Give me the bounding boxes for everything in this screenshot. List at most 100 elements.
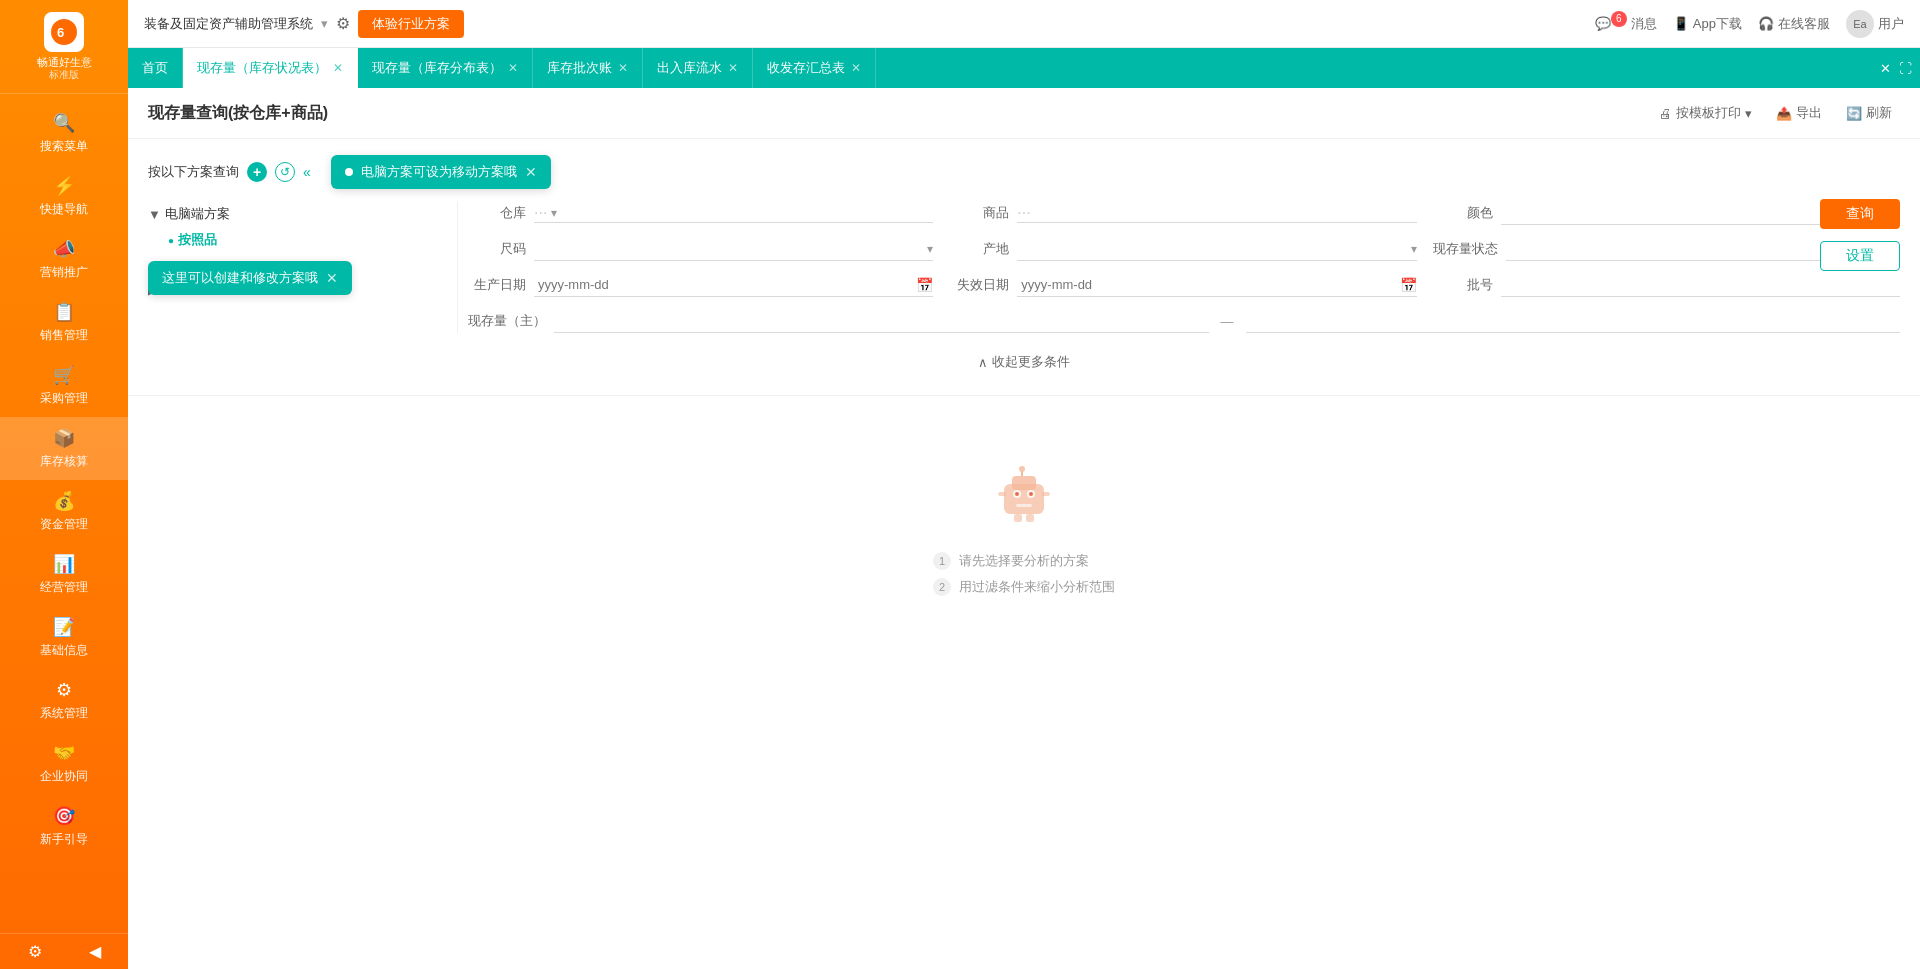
- sidebar-item-management[interactable]: 📊 经营管理: [0, 543, 128, 606]
- sidebar-item-purchase[interactable]: 🛒 采购管理: [0, 354, 128, 417]
- page-header: 现存量查询(按仓库+商品) 🖨 按模板打印 ▾ 📤 导出 🔄 刷新: [128, 88, 1920, 139]
- filter-add-btn[interactable]: +: [247, 162, 267, 182]
- collapse-bar[interactable]: ∧ 收起更多条件: [148, 345, 1900, 379]
- page-title: 现存量查询(按仓库+商品): [148, 103, 328, 124]
- chevron-up-icon: ∧: [978, 355, 988, 370]
- tab-close-stock-status[interactable]: ✕: [333, 61, 343, 75]
- filter-warehouse: 仓库 ··· ▾: [466, 201, 933, 225]
- tab-close-batch[interactable]: ✕: [618, 61, 628, 75]
- sidebar-item-search[interactable]: 🔍 搜索菜单: [0, 102, 128, 165]
- svg-point-14: [1019, 466, 1025, 472]
- collab-icon: 🤝: [53, 742, 75, 764]
- size-label: 尺码: [466, 240, 526, 258]
- origin-chevron-icon: ▾: [1411, 242, 1417, 256]
- system-name: 装备及固定资产辅助管理系统: [144, 15, 313, 33]
- query-btn[interactable]: 查询: [1820, 199, 1900, 229]
- stock-status-label: 现存量状态: [1433, 240, 1498, 258]
- sidebar-item-collab[interactable]: 🤝 企业协同: [0, 732, 128, 795]
- tab-close-summary[interactable]: ✕: [851, 61, 861, 75]
- user-info[interactable]: Ea 用户: [1846, 10, 1904, 38]
- quicknav-icon: ⚡: [53, 175, 75, 197]
- production-date-calendar-icon[interactable]: 📅: [916, 277, 933, 293]
- sidebar-item-basic[interactable]: 📝 基础信息: [0, 606, 128, 669]
- message-icon: 💬: [1595, 16, 1611, 31]
- tooltip-scheme-close[interactable]: ✕: [525, 164, 537, 180]
- filter-size: 尺码 ▾: [466, 237, 933, 261]
- phone-icon: 📱: [1673, 16, 1689, 31]
- system-icon: ⚙: [56, 679, 72, 701]
- tab-expand-icon[interactable]: ⛶: [1899, 61, 1912, 76]
- batch-input[interactable]: [1501, 273, 1900, 297]
- headset-icon: 🎧: [1758, 16, 1774, 31]
- topbar-right: 💬 6 消息 📱 App下载 🎧 在线客服 Ea 用户: [1595, 10, 1904, 38]
- tab-summary[interactable]: 收发存汇总表 ✕: [753, 48, 876, 88]
- filter-product: 商品 ···: [949, 201, 1416, 225]
- warehouse-dots[interactable]: ···: [534, 204, 547, 222]
- scheme-desktop[interactable]: ▼ 电脑端方案: [148, 201, 441, 227]
- scheme-desktop-arrow: ▼: [148, 207, 161, 222]
- tab-batch[interactable]: 库存批次账 ✕: [533, 48, 643, 88]
- industry-btn[interactable]: 体验行业方案: [358, 10, 464, 38]
- production-date-input[interactable]: [534, 273, 916, 296]
- filter-left-panel: ▼ 电脑端方案 ● 按照品 这里可以创建和修改方案哦: [148, 201, 458, 333]
- refresh-btn[interactable]: 🔄 刷新: [1838, 100, 1900, 126]
- stock-main-to-input[interactable]: [1246, 309, 1901, 333]
- tab-inout[interactable]: 出入库流水 ✕: [643, 48, 753, 88]
- sidebar-item-system[interactable]: ⚙ 系统管理: [0, 669, 128, 732]
- online-service-btn[interactable]: 🎧 在线客服: [1758, 15, 1830, 33]
- sidebar-item-quicknav[interactable]: ⚡ 快捷导航: [0, 165, 128, 228]
- scheme-child-dot: ●: [168, 235, 174, 246]
- filter-back-btn[interactable]: «: [303, 164, 311, 180]
- print-btn[interactable]: 🖨 按模板打印 ▾: [1651, 100, 1760, 126]
- app-download-btn[interactable]: 📱 App下载: [1673, 15, 1742, 33]
- tab-close-inout[interactable]: ✕: [728, 61, 738, 75]
- size-input[interactable]: [534, 237, 927, 260]
- origin-label: 产地: [949, 240, 1009, 258]
- tab-stock-status[interactable]: 现存量（库存状况表） ✕: [183, 48, 358, 88]
- filter-refresh-btn[interactable]: ↺: [275, 162, 295, 182]
- reset-btn[interactable]: 设置: [1820, 241, 1900, 271]
- production-date-label: 生产日期: [466, 276, 526, 294]
- tooltip-create-close[interactable]: ✕: [326, 270, 338, 286]
- sidebar-item-sales[interactable]: 📋 销售管理: [0, 291, 128, 354]
- sidebar-nav: 🔍 搜索菜单 ⚡ 快捷导航 📣 营销推广 📋 销售管理 🛒 采购管理 📦 库存核…: [0, 94, 128, 933]
- tab-stock-dist[interactable]: 现存量（库存分布表） ✕: [358, 48, 533, 88]
- svg-rect-11: [1014, 514, 1022, 522]
- origin-input[interactable]: [1017, 237, 1410, 260]
- tab-close-stock-dist[interactable]: ✕: [508, 61, 518, 75]
- sidebar-item-finance[interactable]: 💰 资金管理: [0, 480, 128, 543]
- print-dropdown-icon: ▾: [1745, 106, 1752, 121]
- tab-close-all-icon[interactable]: ✕: [1880, 61, 1891, 76]
- export-btn[interactable]: 📤 导出: [1768, 100, 1830, 126]
- search-icon: 🔍: [53, 112, 75, 134]
- avatar: Ea: [1846, 10, 1874, 38]
- svg-rect-3: [1012, 476, 1036, 490]
- tab-home[interactable]: 首页: [128, 48, 183, 88]
- stock-main-from-input[interactable]: [554, 309, 1209, 333]
- message-btn[interactable]: 💬 6 消息: [1595, 15, 1657, 33]
- system-dropdown-icon[interactable]: ▾: [321, 16, 328, 31]
- svg-text:6: 6: [57, 25, 64, 40]
- empty-state: 1 请先选择要分析的方案 2 用过滤条件来缩小分析范围: [128, 396, 1920, 664]
- sidebar-settings-btn[interactable]: ⚙: [28, 942, 42, 961]
- sidebar-item-marketing[interactable]: 📣 营销推广: [0, 228, 128, 291]
- sidebar-collapse-btn[interactable]: ◀: [89, 942, 101, 961]
- product-dots[interactable]: ···: [1017, 204, 1030, 222]
- filter-header: 按以下方案查询 + ↺ « 电脑方案可设为移动方案哦 ✕: [148, 155, 1900, 189]
- expiry-date-calendar-icon[interactable]: 📅: [1400, 277, 1417, 293]
- sidebar-item-guide[interactable]: 🎯 新手引导: [0, 795, 128, 858]
- sidebar: 6 畅通好生意 标准版 🔍 搜索菜单 ⚡ 快捷导航 📣 营销推广 📋 销售管理 …: [0, 0, 128, 969]
- expiry-date-input[interactable]: [1017, 273, 1399, 296]
- empty-steps: 1 请先选择要分析的方案 2 用过滤条件来缩小分析范围: [933, 552, 1115, 604]
- svg-rect-10: [1042, 492, 1050, 496]
- svg-rect-12: [1026, 514, 1034, 522]
- management-icon: 📊: [53, 553, 75, 575]
- size-select-wrapper: ▾: [534, 237, 933, 261]
- sidebar-item-inventory[interactable]: 📦 库存核算: [0, 417, 128, 480]
- action-buttons: 查询 设置: [1820, 199, 1900, 271]
- svg-rect-8: [1016, 504, 1032, 507]
- scheme-desktop-child1[interactable]: ● 按照品: [168, 227, 441, 253]
- app-name: 畅通好生意 标准版: [37, 56, 92, 81]
- settings-gear-icon[interactable]: ⚙: [336, 14, 350, 33]
- expiry-date-wrapper: 📅: [1017, 273, 1416, 297]
